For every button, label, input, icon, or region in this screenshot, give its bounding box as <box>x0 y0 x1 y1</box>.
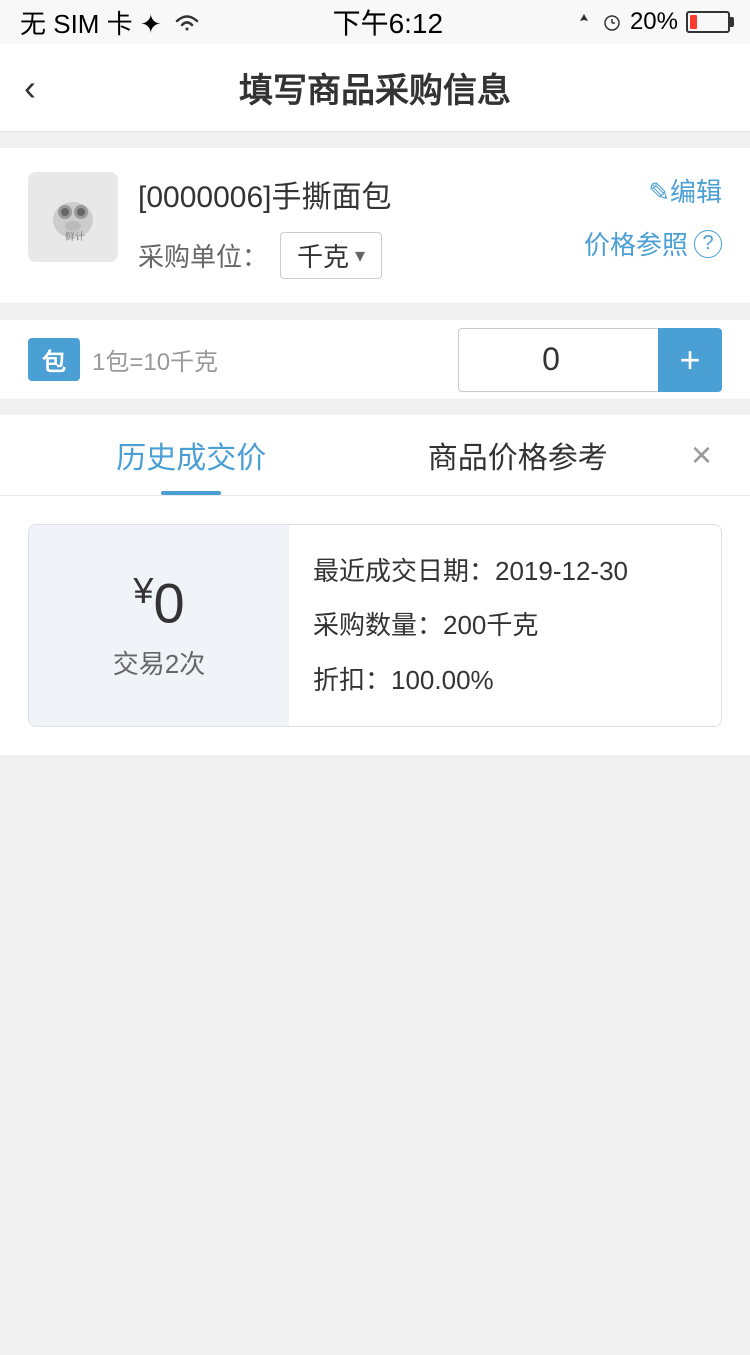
discount-value: 100.00% <box>391 665 494 695</box>
status-right: 20% <box>574 8 730 36</box>
edit-button[interactable]: ✎编辑 <box>648 172 722 209</box>
status-time: 下午6:12 <box>333 2 444 42</box>
price-card-container: ¥0 交易2次 最近成交日期：2019-12-30 采购数量：200千克 折扣：… <box>0 496 750 755</box>
currency-symbol: ¥ <box>133 570 153 611</box>
info-icon: ? <box>694 230 722 258</box>
nav-bar: ‹ 填写商品采购信息 <box>0 44 750 132</box>
product-left: 鲜计 [0000006]手撕面包 采购单位： 千克 ▾ <box>28 172 391 279</box>
back-button[interactable]: ‹ <box>24 67 36 109</box>
status-bar: 无 SIM 卡 ✦ 下午6:12 20% <box>0 0 750 44</box>
price-ref-link[interactable]: 价格参照 ? <box>584 225 722 262</box>
quantity-detail-value: 200千克 <box>443 610 538 640</box>
discount-row: 折扣：100.00% <box>313 662 697 698</box>
product-info: [0000006]手撕面包 采购单位： 千克 ▾ <box>138 172 391 279</box>
owl-logo: 鲜计 <box>43 192 103 242</box>
product-unit-row: 采购单位： 千克 ▾ <box>138 232 391 279</box>
quantity-row: 采购数量：200千克 <box>313 607 697 643</box>
recent-date-value: 2019-12-30 <box>495 556 628 586</box>
price-card-right: 最近成交日期：2019-12-30 采购数量：200千克 折扣：100.00% <box>289 525 721 726</box>
product-thumbnail: 鲜计 <box>28 172 118 262</box>
quantity-left: 包 1包=10千克 <box>28 338 218 381</box>
quantity-right: + <box>458 328 722 392</box>
price-ref-label: 价格参照 <box>584 225 688 262</box>
product-section: 鲜计 [0000006]手撕面包 采购单位： 千克 ▾ ✎编辑 价格参照 ? <box>0 148 750 303</box>
quantity-detail-label: 采购数量： <box>313 610 443 640</box>
price-card: ¥0 交易2次 最近成交日期：2019-12-30 采购数量：200千克 折扣：… <box>28 524 722 727</box>
quantity-input[interactable] <box>458 328 658 392</box>
bottom-area <box>0 755 750 1355</box>
unit-value: 千克 <box>297 237 349 274</box>
unit-badge: 包 <box>28 338 80 381</box>
page-title: 填写商品采购信息 <box>239 63 511 112</box>
location-icon <box>574 12 594 32</box>
status-left: 无 SIM 卡 ✦ <box>20 4 202 41</box>
chevron-down-icon: ▾ <box>355 243 365 268</box>
tab-product-price-ref[interactable]: 商品价格参考 <box>354 415 680 495</box>
transaction-count: 交易2次 <box>113 644 205 681</box>
price-card-left: ¥0 交易2次 <box>29 525 289 726</box>
svg-text:鲜计: 鲜计 <box>65 230 85 242</box>
price-value: 0 <box>153 572 184 635</box>
tab-history-price[interactable]: 历史成交价 <box>28 415 354 495</box>
battery-indicator <box>686 11 730 33</box>
quantity-section: 包 1包=10千克 + <box>0 319 750 399</box>
recent-date-row: 最近成交日期：2019-12-30 <box>313 553 697 589</box>
price-panel-tabs: 历史成交价 商品价格参考 × <box>0 415 750 496</box>
signal-text: 无 SIM 卡 ✦ <box>20 4 162 41</box>
product-name: [0000006]手撕面包 <box>138 172 391 216</box>
discount-label: 折扣： <box>313 665 391 695</box>
product-right: ✎编辑 价格参照 ? <box>584 172 722 262</box>
quantity-plus-button[interactable]: + <box>658 328 722 392</box>
alarm-icon <box>602 12 622 32</box>
recent-date-label: 最近成交日期： <box>313 556 495 586</box>
qty-conversion: 1包=10千克 <box>92 342 218 377</box>
battery-percent: 20% <box>630 8 678 36</box>
unit-select[interactable]: 千克 ▾ <box>280 232 382 279</box>
close-panel-button[interactable]: × <box>681 434 722 476</box>
price-panel: 历史成交价 商品价格参考 × ¥0 交易2次 最近成交日期：2019-12-30… <box>0 415 750 755</box>
price-display: ¥0 <box>133 570 184 636</box>
wifi-icon <box>172 11 202 33</box>
unit-label: 采购单位： <box>138 237 268 274</box>
